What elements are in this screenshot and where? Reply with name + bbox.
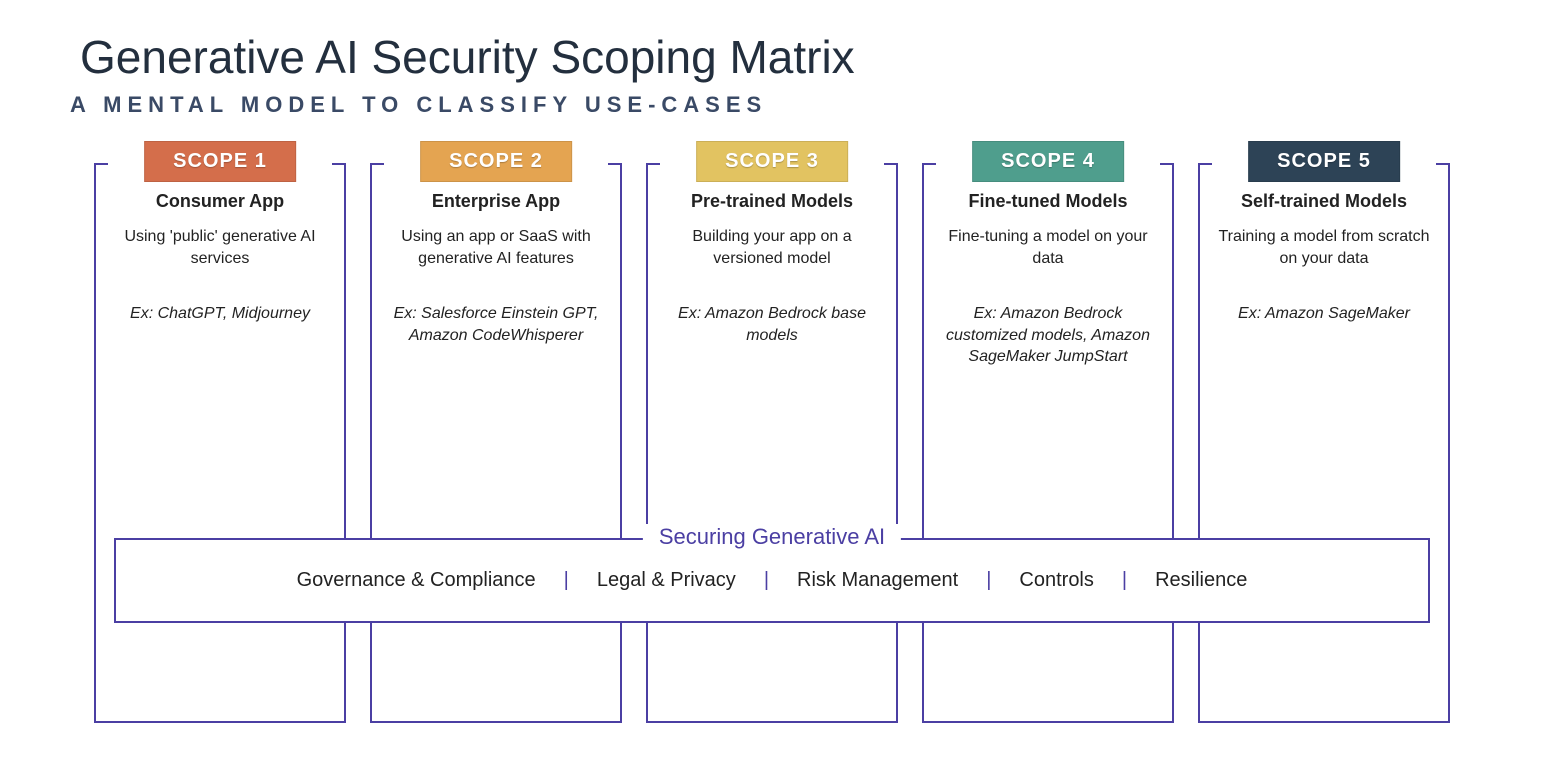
scope-name-5: Self-trained Models [1212,191,1436,212]
scope-column-1: SCOPE 1 Consumer App Using 'public' gene… [94,163,346,723]
scope-example-4: Ex: Amazon Bedrock customized models, Am… [936,303,1160,368]
scope-example-2: Ex: Salesforce Einstein GPT, Amazon Code… [384,303,608,346]
securing-box: Securing Generative AI Governance & Comp… [114,538,1430,623]
scope-desc-4: Fine-tuning a model on your data [936,226,1160,269]
securing-items: Governance & Compliance | Legal & Privac… [138,569,1406,592]
securing-item-risk: Risk Management [769,569,986,592]
scoping-matrix: SCOPE 1 Consumer App Using 'public' gene… [70,163,1474,723]
securing-title: Securing Generative AI [643,524,901,550]
securing-item-legal: Legal & Privacy [569,569,764,592]
scope-badge-3: SCOPE 3 [696,141,848,182]
securing-item-resilience: Resilience [1127,569,1275,592]
scope-badge-2: SCOPE 2 [420,141,572,182]
scope-example-1: Ex: ChatGPT, Midjourney [108,303,332,325]
scope-badge-1: SCOPE 1 [144,141,296,182]
scope-column-2: SCOPE 2 Enterprise App Using an app or S… [370,163,622,723]
scope-example-5: Ex: Amazon SageMaker [1212,303,1436,325]
scope-desc-5: Training a model from scratch on your da… [1212,226,1436,269]
scope-name-1: Consumer App [108,191,332,212]
securing-item-controls: Controls [991,569,1121,592]
scope-name-2: Enterprise App [384,191,608,212]
page-title: Generative AI Security Scoping Matrix [80,30,1474,84]
scope-desc-1: Using 'public' generative AI services [108,226,332,269]
scope-name-3: Pre-trained Models [660,191,884,212]
scope-column-3: SCOPE 3 Pre-trained Models Building your… [646,163,898,723]
securing-item-governance: Governance & Compliance [269,569,564,592]
scope-name-4: Fine-tuned Models [936,191,1160,212]
scope-column-5: SCOPE 5 Self-trained Models Training a m… [1198,163,1450,723]
scope-column-4: SCOPE 4 Fine-tuned Models Fine-tuning a … [922,163,1174,723]
page-subtitle: A MENTAL MODEL TO CLASSIFY USE-CASES [70,92,1474,118]
scope-example-3: Ex: Amazon Bedrock base models [660,303,884,346]
scope-badge-5: SCOPE 5 [1248,141,1400,182]
scope-badge-4: SCOPE 4 [972,141,1124,182]
scope-desc-2: Using an app or SaaS with generative AI … [384,226,608,269]
scope-desc-3: Building your app on a versioned model [660,226,884,269]
